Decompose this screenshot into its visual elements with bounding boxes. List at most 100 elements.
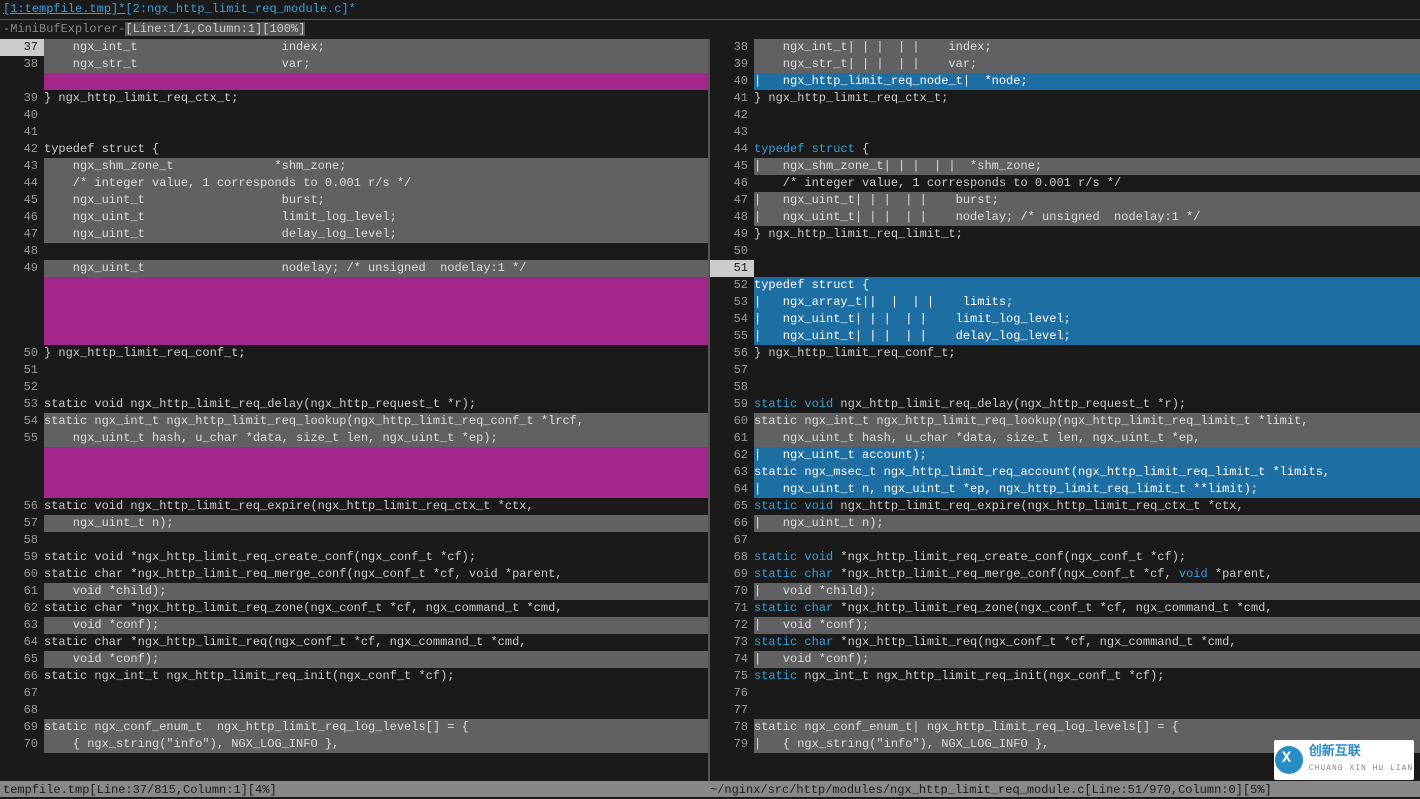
code-line[interactable]: 52typedef struct { [710, 277, 1420, 294]
code-line[interactable]: 66static ngx_int_t ngx_http_limit_req_in… [0, 668, 708, 685]
code-line[interactable]: 61 ngx_uint_t hash, u_char *data, size_t… [710, 430, 1420, 447]
code-line[interactable]: 53| ngx_array_t|| | | | limits; [710, 294, 1420, 311]
code-line[interactable] [0, 464, 708, 481]
code-line[interactable]: 67 [0, 685, 708, 702]
code-line[interactable]: 54static ngx_int_t ngx_http_limit_req_lo… [0, 413, 708, 430]
left-pane[interactable]: 37 ngx_int_t index;38 ngx_str_t var; 39}… [0, 39, 710, 781]
code-line[interactable]: 47 ngx_uint_t delay_log_level; [0, 226, 708, 243]
code-line[interactable]: 54| ngx_uint_t| | | | | limit_log_level; [710, 311, 1420, 328]
code-line[interactable]: 59static void *ngx_http_limit_req_create… [0, 549, 708, 566]
code-line[interactable]: 65 void *conf); [0, 651, 708, 668]
code-line[interactable]: 56} ngx_http_limit_req_conf_t; [710, 345, 1420, 362]
code-line[interactable]: 49} ngx_http_limit_req_limit_t; [710, 226, 1420, 243]
tab-1[interactable]: [1:tempfile.tmp]* [3, 2, 125, 16]
code-line[interactable]: 59static void ngx_http_limit_req_delay(n… [710, 396, 1420, 413]
code-line[interactable] [0, 73, 708, 90]
line-number: 45 [0, 192, 44, 209]
code-line[interactable]: 69static ngx_conf_enum_t ngx_http_limit_… [0, 719, 708, 736]
code-text [44, 362, 708, 379]
code-line[interactable]: 72| void *conf); [710, 617, 1420, 634]
code-line[interactable]: 51 [0, 362, 708, 379]
code-line[interactable]: 44 /* integer value, 1 corresponds to 0.… [0, 175, 708, 192]
code-line[interactable]: 63 void *conf); [0, 617, 708, 634]
code-line[interactable]: 50} ngx_http_limit_req_conf_t; [0, 345, 708, 362]
code-line[interactable]: 63static ngx_msec_t ngx_http_limit_req_a… [710, 464, 1420, 481]
line-number: 74 [710, 651, 754, 668]
code-line[interactable]: 58 [0, 532, 708, 549]
code-line[interactable]: 40 [0, 107, 708, 124]
code-line[interactable]: 46 ngx_uint_t limit_log_level; [0, 209, 708, 226]
code-line[interactable]: 49 ngx_uint_t nodelay; /* unsigned nodel… [0, 260, 708, 277]
code-line[interactable]: 50 [710, 243, 1420, 260]
code-line[interactable] [0, 277, 708, 294]
code-line[interactable]: 38 ngx_str_t var; [0, 56, 708, 73]
code-text: } ngx_http_limit_req_conf_t; [754, 345, 1420, 362]
code-text [44, 464, 708, 481]
code-line[interactable]: 57 ngx_uint_t n); [0, 515, 708, 532]
code-line[interactable]: 58 [710, 379, 1420, 396]
code-line[interactable]: 60static ngx_int_t ngx_http_limit_req_lo… [710, 413, 1420, 430]
code-text: ngx_uint_t nodelay; /* unsigned nodelay:… [44, 260, 708, 277]
code-line[interactable]: 37 ngx_int_t index; [0, 39, 708, 56]
code-line[interactable]: 46 /* integer value, 1 corresponds to 0.… [710, 175, 1420, 192]
code-line[interactable]: 64static char *ngx_http_limit_req(ngx_co… [0, 634, 708, 651]
right-pane[interactable]: 38 ngx_int_t| | | | | index;39 ngx_str_t… [710, 39, 1420, 781]
code-line[interactable]: 60static char *ngx_http_limit_req_merge_… [0, 566, 708, 583]
code-line[interactable]: 39 ngx_str_t| | | | | var; [710, 56, 1420, 73]
code-line[interactable]: 40| ngx_http_limit_req_node_t| *node; [710, 73, 1420, 90]
code-line[interactable]: 42 [710, 107, 1420, 124]
code-line[interactable]: 70 { ngx_string("info"), NGX_LOG_INFO }, [0, 736, 708, 753]
code-line[interactable]: 62| ngx_uint_t account); [710, 447, 1420, 464]
code-line[interactable]: 77 [710, 702, 1420, 719]
code-line[interactable]: 48| ngx_uint_t| | | | | nodelay; /* unsi… [710, 209, 1420, 226]
code-line[interactable] [0, 294, 708, 311]
tab-2[interactable]: [2:ngx_http_limit_req_module.c]* [125, 2, 355, 16]
line-number [0, 464, 44, 481]
code-line[interactable]: 48 [0, 243, 708, 260]
line-number [0, 73, 44, 90]
code-line[interactable]: 57 [710, 362, 1420, 379]
code-line[interactable]: 73static char *ngx_http_limit_req(ngx_co… [710, 634, 1420, 651]
code-text: static ngx_conf_enum_t| ngx_http_limit_r… [754, 719, 1420, 736]
code-line[interactable]: 44typedef struct { [710, 141, 1420, 158]
code-line[interactable]: 65static void ngx_http_limit_req_expire(… [710, 498, 1420, 515]
code-line[interactable]: 55 ngx_uint_t hash, u_char *data, size_t… [0, 430, 708, 447]
code-line[interactable]: 39} ngx_http_limit_req_ctx_t; [0, 90, 708, 107]
code-line[interactable]: 55| ngx_uint_t| | | | | delay_log_level; [710, 328, 1420, 345]
code-line[interactable]: 66| ngx_uint_t n); [710, 515, 1420, 532]
code-line[interactable]: 41 [0, 124, 708, 141]
code-line[interactable]: 43 ngx_shm_zone_t *shm_zone; [0, 158, 708, 175]
buffer-tabs[interactable]: [1:tempfile.tmp]*[2:ngx_http_limit_req_m… [0, 0, 1420, 20]
line-number: 38 [0, 56, 44, 73]
code-line[interactable] [0, 311, 708, 328]
code-line[interactable]: 56static void ngx_http_limit_req_expire(… [0, 498, 708, 515]
code-line[interactable]: 52 [0, 379, 708, 396]
code-line[interactable]: 42typedef struct { [0, 141, 708, 158]
code-line[interactable]: 68 [0, 702, 708, 719]
code-line[interactable] [0, 481, 708, 498]
code-line[interactable]: 67 [710, 532, 1420, 549]
code-line[interactable]: 70| void *child); [710, 583, 1420, 600]
code-line[interactable]: 68static void *ngx_http_limit_req_create… [710, 549, 1420, 566]
code-line[interactable]: 69static char *ngx_http_limit_req_merge_… [710, 566, 1420, 583]
code-line[interactable]: 43 [710, 124, 1420, 141]
code-line[interactable] [0, 328, 708, 345]
code-line[interactable]: 74| void *conf); [710, 651, 1420, 668]
code-line[interactable] [0, 447, 708, 464]
code-line[interactable]: 64| ngx_uint_t n, ngx_uint_t *ep, ngx_ht… [710, 481, 1420, 498]
code-line[interactable]: 47| ngx_uint_t| | | | | burst; [710, 192, 1420, 209]
code-line[interactable]: 51 [710, 260, 1420, 277]
code-line[interactable]: 53static void ngx_http_limit_req_delay(n… [0, 396, 708, 413]
code-line[interactable]: 62static char *ngx_http_limit_req_zone(n… [0, 600, 708, 617]
code-line[interactable]: 38 ngx_int_t| | | | | index; [710, 39, 1420, 56]
code-line[interactable]: 75static ngx_int_t ngx_http_limit_req_in… [710, 668, 1420, 685]
code-line[interactable]: 76 [710, 685, 1420, 702]
code-line[interactable]: 45 ngx_uint_t burst; [0, 192, 708, 209]
code-line[interactable]: 45| ngx_shm_zone_t| | | | | *shm_zone; [710, 158, 1420, 175]
code-line[interactable]: 61 void *child); [0, 583, 708, 600]
code-text: static char *ngx_http_limit_req_zone(ngx… [44, 600, 708, 617]
code-line[interactable]: 78static ngx_conf_enum_t| ngx_http_limit… [710, 719, 1420, 736]
code-line[interactable]: 41} ngx_http_limit_req_ctx_t; [710, 90, 1420, 107]
code-text [44, 328, 708, 345]
code-line[interactable]: 71static char *ngx_http_limit_req_zone(n… [710, 600, 1420, 617]
